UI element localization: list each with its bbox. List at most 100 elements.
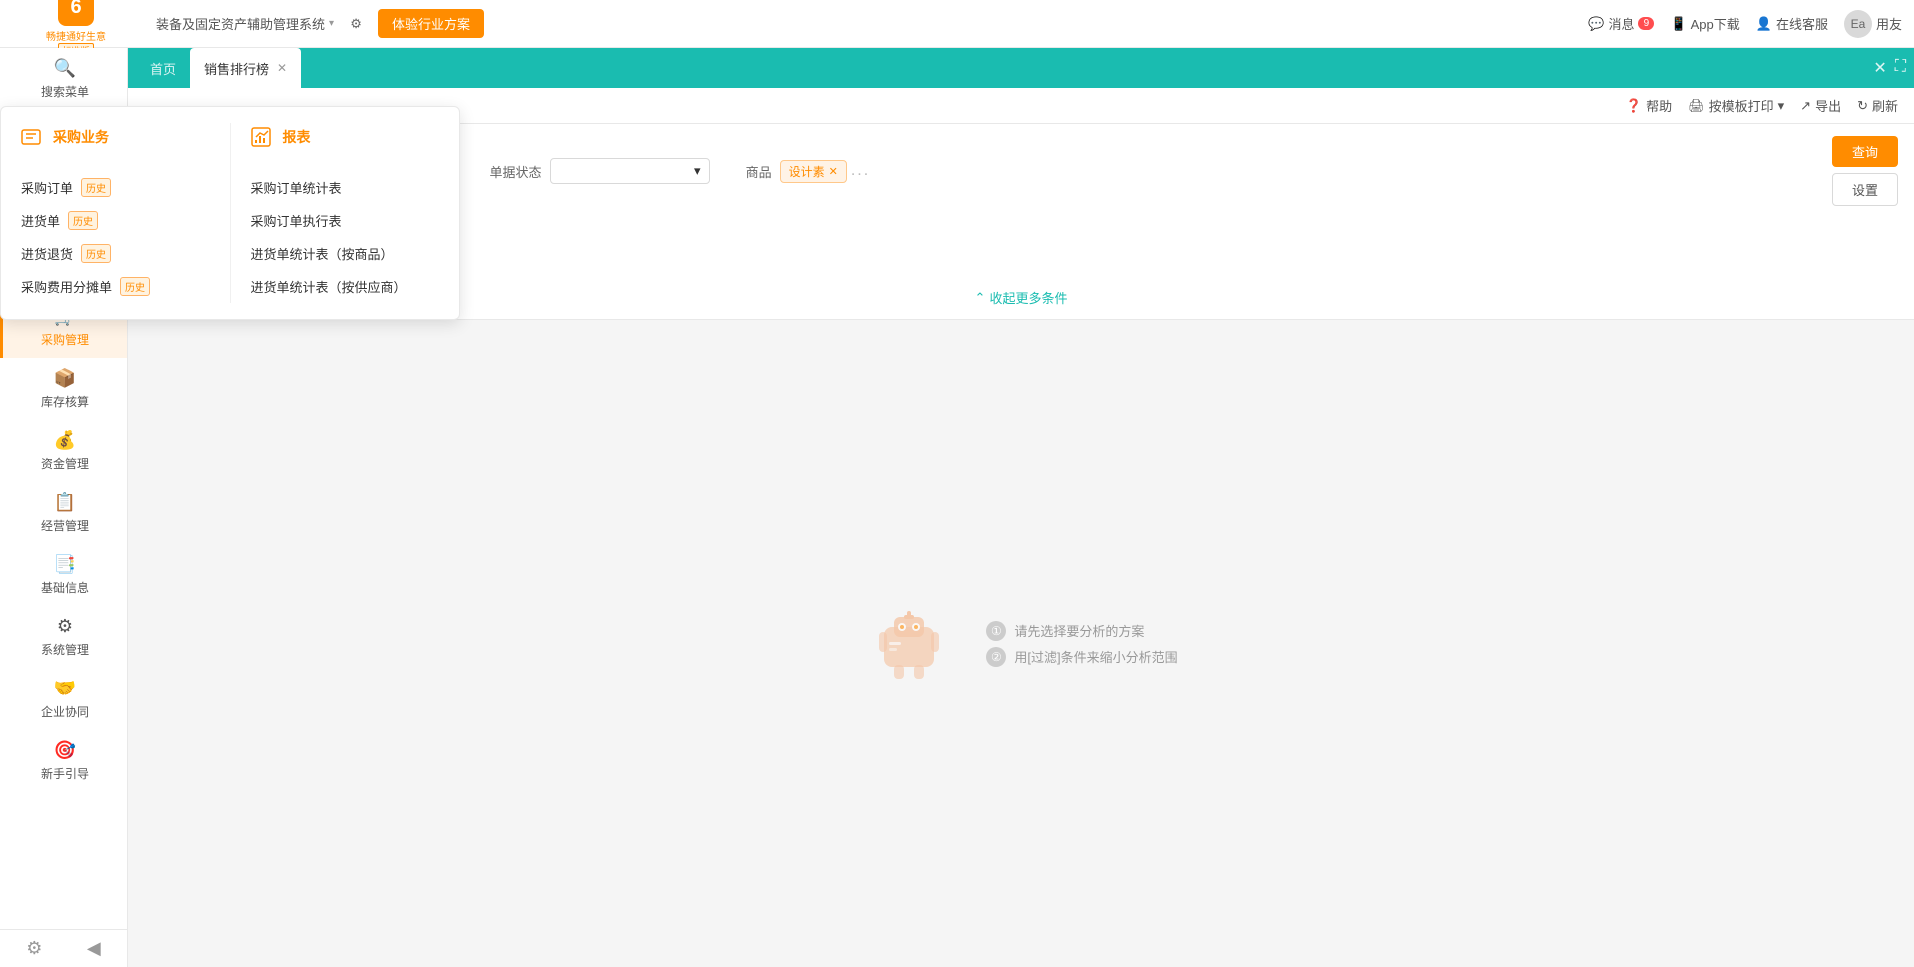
- collapse-button[interactable]: ⌃ 收起更多条件: [975, 288, 1068, 307]
- sidebar-label-purchase: 采购管理: [41, 331, 89, 348]
- newbie-icon: 🎯: [54, 740, 76, 761]
- collapse-up-icon: ⌃: [975, 290, 986, 306]
- sidebar: 🔍 搜索菜单 🏠 快捷导航 📢 营销推广 📊 销售管理 🛒 采购管理 📦: [0, 48, 128, 967]
- help-icon: ❓: [1626, 98, 1642, 114]
- report-inbound-goods[interactable]: 进货单统计表（按商品）: [247, 237, 444, 270]
- sidebar-item-operation[interactable]: 📋 经营管理: [0, 482, 127, 544]
- return-item[interactable]: 进货退货 历史: [17, 237, 214, 270]
- phone-icon: 📱: [1670, 16, 1686, 32]
- main-layout: 🔍 搜索菜单 🏠 快捷导航 📢 营销推广 📊 销售管理 🛒 采购管理 📦: [0, 48, 1914, 967]
- history-badge-1: 历史: [68, 211, 98, 230]
- chevron-down-icon: ▾: [329, 18, 334, 29]
- purchase-order-item[interactable]: 采购订单 历史: [17, 171, 214, 204]
- tab-sales-rank[interactable]: 销售排行榜 ✕: [190, 48, 301, 88]
- report-icon: [247, 123, 275, 151]
- empty-state: ① 请先选择要分析的方案 ② 用[过滤]条件来缩小分析范围: [128, 320, 1914, 967]
- finance-icon: 💰: [54, 430, 76, 451]
- export-label: 导出: [1815, 96, 1841, 115]
- settings-icon[interactable]: ⚙: [342, 10, 370, 38]
- print-dropdown-icon: ▾: [1778, 98, 1785, 114]
- system-title: 装备及固定资产辅助管理系统: [156, 14, 325, 33]
- tab-bar-right: ✕ ⛶: [1873, 58, 1906, 78]
- purchase-order-label: 采购订单: [21, 178, 73, 197]
- industry-button[interactable]: 体验行业方案: [378, 9, 484, 38]
- online-service-button[interactable]: 👤 在线客服: [1756, 14, 1828, 33]
- report-inbound-supplier[interactable]: 进货单统计表（按供应商）: [247, 270, 444, 303]
- sidebar-item-newbie[interactable]: 🎯 新手引导: [0, 730, 127, 792]
- hint-num-1: ①: [986, 621, 1006, 641]
- print-button[interactable]: 🖨 按模板打印 ▾: [1688, 96, 1784, 115]
- report-order-exec[interactable]: 采购订单执行表: [247, 204, 444, 237]
- goods-tag-close[interactable]: ✕: [829, 165, 838, 178]
- hint-text-1: 请先选择要分析的方案: [1014, 621, 1144, 640]
- goods-tag: 设计素 ✕: [780, 160, 847, 183]
- menu-section-report: 报表 采购订单统计表 采购订单执行表 进货单统计表（按商品） 进货单统计表（按供…: [247, 123, 444, 303]
- app-download-button[interactable]: 📱 App下载: [1670, 14, 1739, 33]
- refresh-button[interactable]: ↻ 刷新: [1857, 96, 1898, 115]
- sidebar-settings-button[interactable]: ⚙: [26, 938, 42, 959]
- tab-sales-rank-label: 销售排行榜: [204, 59, 269, 78]
- purchase-business-icon: [17, 123, 45, 151]
- sidebar-item-search[interactable]: 🔍 搜索菜单: [0, 48, 127, 110]
- sidebar-collapse-button[interactable]: ◀: [87, 938, 101, 959]
- export-icon: ↗: [1800, 98, 1811, 114]
- settings-button[interactable]: 设置: [1832, 173, 1898, 206]
- goods-dots[interactable]: ...: [851, 162, 870, 180]
- report-order-stats[interactable]: 采购订单统计表: [247, 171, 444, 204]
- cost-label: 采购费用分摊单: [21, 277, 112, 296]
- query-button[interactable]: 查询: [1832, 136, 1898, 167]
- menu-divider: [230, 123, 231, 303]
- sidebar-item-cooperation[interactable]: 🤝 企业协同: [0, 668, 127, 730]
- sidebar-label-system: 系统管理: [41, 641, 89, 658]
- logo-icon: 6: [58, 0, 94, 26]
- sidebar-label-finance: 资金管理: [41, 455, 89, 472]
- hint-num-2: ②: [986, 647, 1006, 667]
- sidebar-label-search: 搜索菜单: [41, 83, 89, 100]
- sidebar-item-finance[interactable]: 💰 资金管理: [0, 420, 127, 482]
- tab-bar-close-icon[interactable]: ✕: [1873, 58, 1886, 78]
- goods-label: 商品: [746, 162, 772, 181]
- sidebar-label-cooperation: 企业协同: [41, 703, 89, 720]
- help-button[interactable]: ❓ 帮助: [1626, 96, 1672, 115]
- base-icon: 📑: [54, 554, 76, 575]
- purchase-dropdown-menu: 采购业务 采购订单 历史 进货单 历史 进货退货 历史: [0, 106, 460, 320]
- app-container: 6 畅捷通好生意 标准版 装备及固定资产辅助管理系统 ▾ ⚙ 体验行业方案 💬 …: [0, 0, 1914, 967]
- voucher-status-select[interactable]: ▾: [550, 158, 710, 184]
- sidebar-item-base[interactable]: 📑 基础信息: [0, 544, 127, 606]
- sidebar-bottom: ⚙ ◀: [0, 929, 127, 967]
- report-inbound-supplier-label: 进货单统计表（按供应商）: [251, 277, 407, 296]
- user-label: 用友: [1876, 14, 1902, 33]
- sidebar-item-system[interactable]: ⚙ 系统管理: [0, 606, 127, 668]
- goods-filter-group: 设计素 ✕ ...: [780, 160, 871, 183]
- inbound-item[interactable]: 进货单 历史: [17, 204, 214, 237]
- empty-content: ① 请先选择要分析的方案 ② 用[过滤]条件来缩小分析范围: [864, 597, 1177, 690]
- hint-text-2: 用[过滤]条件来缩小分析范围: [1014, 647, 1177, 666]
- report-order-exec-label: 采购订单执行表: [251, 211, 342, 230]
- message-button[interactable]: 💬 消息 9: [1588, 14, 1654, 33]
- history-badge-3: 历史: [120, 277, 150, 296]
- history-badge-2: 历史: [81, 244, 111, 263]
- menu-section-purchase-business: 采购业务 采购订单 历史 进货单 历史 进货退货 历史: [17, 123, 214, 303]
- help-label: 帮助: [1646, 96, 1672, 115]
- sidebar-item-inventory[interactable]: 📦 库存核算: [0, 358, 127, 420]
- cost-item[interactable]: 采购费用分摊单 历史: [17, 270, 214, 303]
- collapse-label: 收起更多条件: [989, 288, 1067, 307]
- inbound-label: 进货单: [21, 211, 60, 230]
- goods-tag-text: 设计素: [789, 163, 825, 180]
- voucher-status-label: 单据状态: [490, 162, 542, 181]
- empty-illustration: [864, 597, 954, 690]
- tab-bar-expand-icon[interactable]: ⛶: [1895, 58, 1906, 78]
- user-button[interactable]: Ea 用友: [1844, 10, 1902, 38]
- system-title-dropdown[interactable]: 装备及固定资产辅助管理系统 ▾: [148, 14, 334, 33]
- message-label: 消息: [1608, 14, 1634, 33]
- export-button[interactable]: ↗ 导出: [1800, 96, 1841, 115]
- tab-bar: 首页 销售排行榜 ✕ ✕ ⛶: [128, 48, 1914, 88]
- history-badge-0: 历史: [81, 178, 111, 197]
- avatar: Ea: [1844, 10, 1872, 38]
- tab-close-icon[interactable]: ✕: [277, 61, 287, 75]
- message-badge: 9: [1638, 17, 1654, 30]
- refresh-label: 刷新: [1872, 96, 1898, 115]
- action-buttons: 查询 设置: [1832, 136, 1898, 206]
- cooperation-icon: 🤝: [54, 678, 76, 699]
- tab-home[interactable]: 首页: [136, 48, 190, 88]
